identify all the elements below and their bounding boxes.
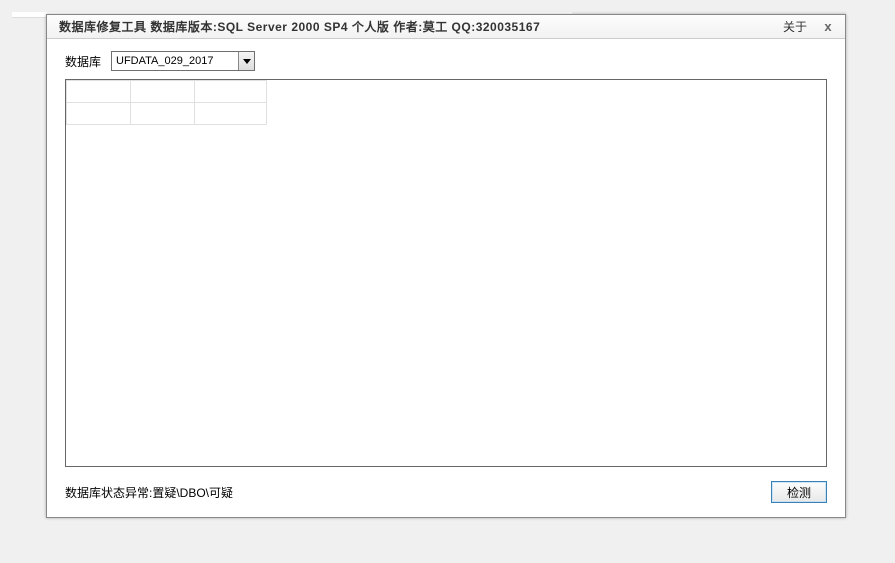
status-text: 数据库状态异常:置疑\DBO\可疑 [65,484,233,501]
main-window: 数据库修复工具 数据库版本:SQL Server 2000 SP4 个人版 作者… [46,14,846,518]
grid-cell[interactable] [131,103,195,125]
bottom-row: 数据库状态异常:置疑\DBO\可疑 检测 [65,481,827,503]
window-body: 数据库 UFDATA_029_2017 [47,39,845,517]
titlebar-right: 关于 x [783,18,837,35]
grid-cell[interactable] [67,81,131,103]
database-select[interactable]: UFDATA_029_2017 [111,51,255,71]
grid-cell[interactable] [195,103,267,125]
database-row: 数据库 UFDATA_029_2017 [65,51,827,71]
database-label: 数据库 [65,53,101,70]
table-row [67,103,267,125]
window-title: 数据库修复工具 数据库版本:SQL Server 2000 SP4 个人版 作者… [59,18,540,35]
titlebar: 数据库修复工具 数据库版本:SQL Server 2000 SP4 个人版 作者… [47,15,845,39]
detect-button[interactable]: 检测 [771,481,827,503]
chevron-down-icon [238,52,254,70]
database-select-value: UFDATA_029_2017 [112,55,217,67]
grid-table [66,80,267,125]
grid-cell[interactable] [67,103,131,125]
grid-cell[interactable] [131,81,195,103]
close-button[interactable]: x [819,19,837,35]
about-link[interactable]: 关于 [783,18,807,35]
table-row [67,81,267,103]
grid-cell[interactable] [195,81,267,103]
result-grid[interactable] [65,79,827,467]
